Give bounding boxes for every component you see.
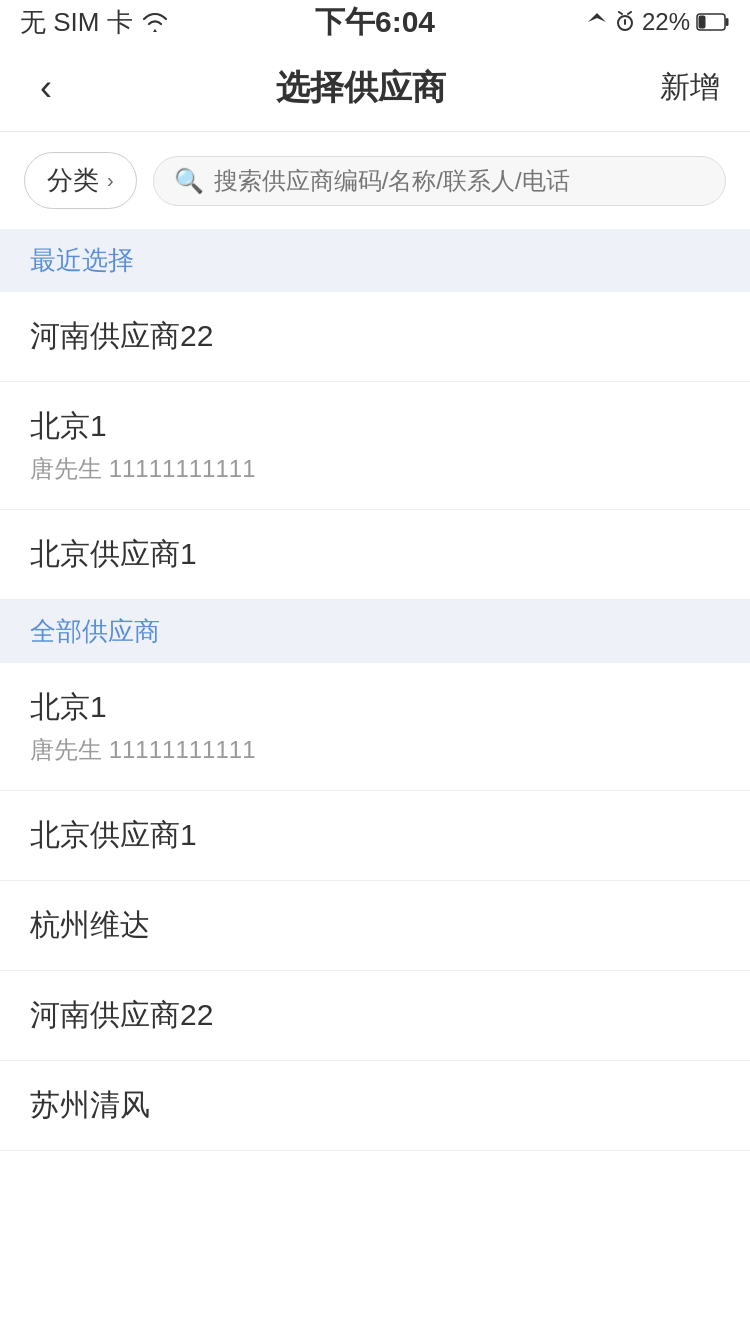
all-items-list: 北京1 唐先生 11111111111 北京供应商1 杭州维达河南供应商22 苏州清风 [0, 663, 750, 1151]
status-bar: 无 SIM 卡 下午6:04 22% [0, 0, 750, 44]
svg-line-2 [619, 12, 622, 14]
search-icon: 🔍 [174, 167, 204, 195]
recent-items-list: 河南供应商22 北京1 唐先生 11111111111 北京供应商1 [0, 292, 750, 600]
item-sub: 唐先生 11111111111 [30, 453, 720, 485]
item-name: 河南供应商22 [30, 316, 720, 357]
item-name: 河南供应商22 [30, 995, 720, 1036]
carrier-label: 无 SIM 卡 [20, 5, 133, 40]
category-label: 分类 [47, 163, 99, 198]
location-icon [586, 11, 608, 33]
list-item[interactable]: 北京1 唐先生 11111111111 [0, 663, 750, 791]
svg-rect-6 [726, 18, 729, 26]
chevron-right-icon: › [107, 169, 114, 192]
status-left: 无 SIM 卡 [20, 5, 169, 40]
alarm-icon [614, 11, 636, 33]
battery-icon [696, 13, 730, 31]
all-section-header: 全部供应商 [0, 600, 750, 663]
recent-section-header: 最近选择 [0, 229, 750, 292]
list-item[interactable]: 北京1 唐先生 11111111111 [0, 382, 750, 510]
item-name: 苏州清风 [30, 1085, 720, 1126]
item-name: 北京1 [30, 406, 720, 447]
battery-label: 22% [642, 8, 690, 36]
search-box[interactable]: 🔍 [153, 156, 726, 206]
item-sub: 唐先生 11111111111 [30, 734, 720, 766]
filter-bar: 分类 › 🔍 [0, 132, 750, 229]
recent-section-label: 最近选择 [30, 245, 134, 275]
wifi-icon [141, 11, 169, 33]
status-right: 22% [586, 8, 730, 36]
search-input[interactable] [214, 167, 705, 195]
item-name: 杭州维达 [30, 905, 720, 946]
item-name: 北京1 [30, 687, 720, 728]
item-name: 北京供应商1 [30, 534, 720, 575]
list-item[interactable]: 河南供应商22 [0, 292, 750, 382]
add-button[interactable]: 新增 [660, 67, 720, 108]
list-item[interactable]: 苏州清风 [0, 1061, 750, 1151]
category-filter[interactable]: 分类 › [24, 152, 137, 209]
item-name: 北京供应商1 [30, 815, 720, 856]
list-item[interactable]: 杭州维达 [0, 881, 750, 971]
svg-rect-5 [699, 16, 706, 29]
list-item[interactable]: 北京供应商1 [0, 791, 750, 881]
status-time: 下午6:04 [315, 2, 435, 43]
all-section-label: 全部供应商 [30, 616, 160, 646]
nav-bar: ‹ 选择供应商 新增 [0, 44, 750, 132]
list-item[interactable]: 河南供应商22 [0, 971, 750, 1061]
page-title: 选择供应商 [276, 65, 446, 111]
svg-line-3 [628, 12, 631, 14]
list-item[interactable]: 北京供应商1 [0, 510, 750, 600]
back-button[interactable]: ‹ [30, 57, 62, 119]
